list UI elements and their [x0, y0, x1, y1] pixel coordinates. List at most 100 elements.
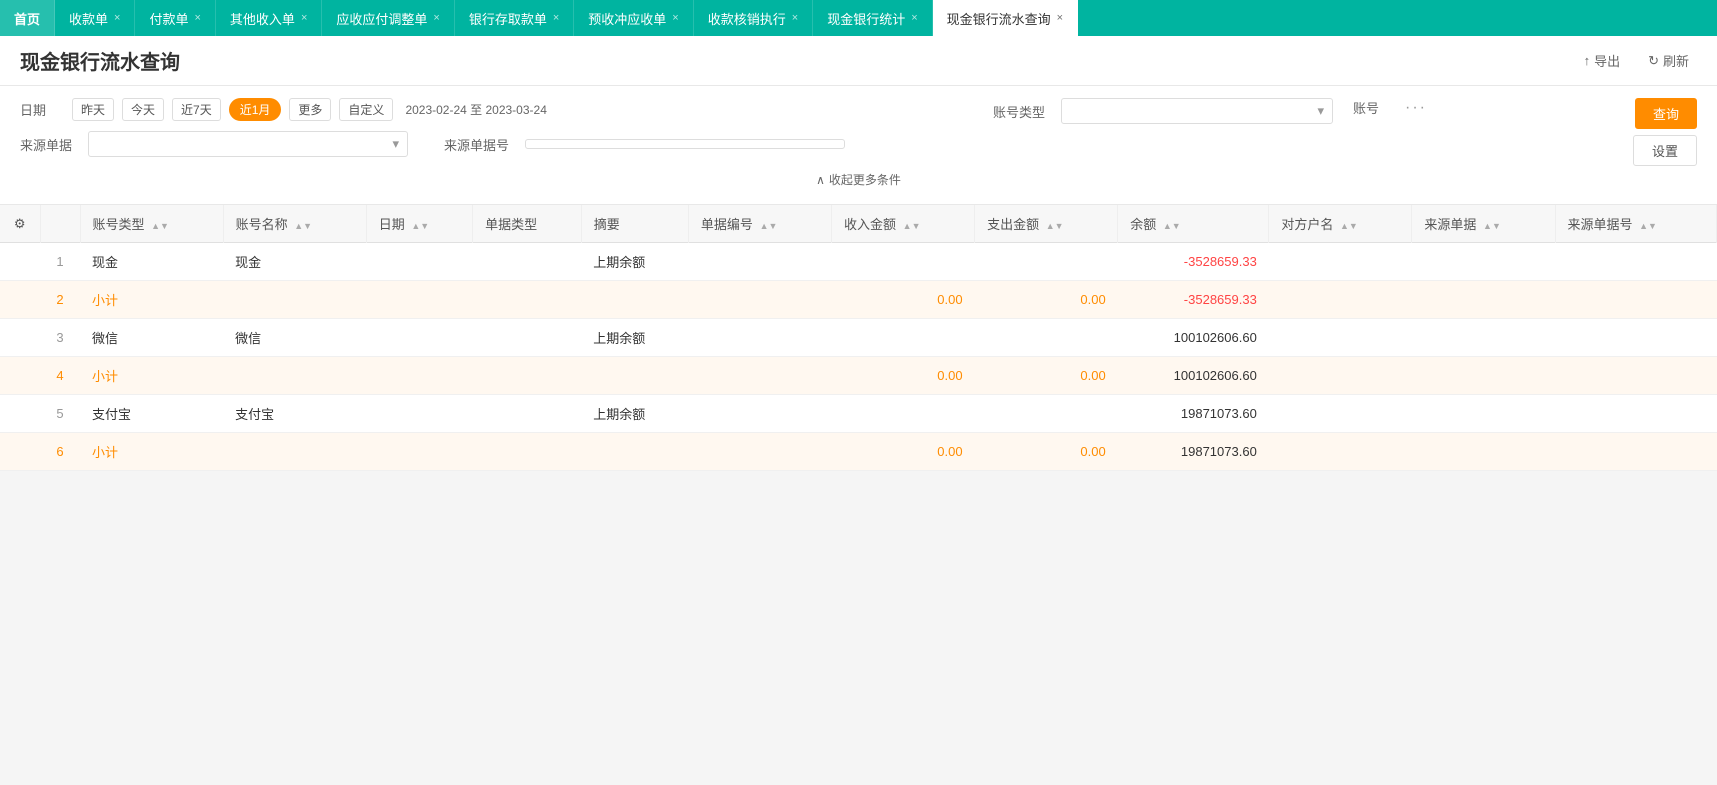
refresh-label: 刷新 — [1663, 51, 1689, 70]
nav-label: 付款单 — [149, 9, 188, 28]
source-doc-num-input[interactable] — [525, 139, 845, 149]
date-label: 日期 — [20, 100, 56, 119]
th-doc-no[interactable]: 单据编号 ▲▼ — [688, 205, 831, 243]
date-btn-yesterday[interactable]: 昨天 — [72, 98, 114, 121]
close-icon[interactable]: × — [553, 12, 559, 24]
nav-payment[interactable]: 付款单 × — [135, 0, 215, 36]
sort-icon: ▲▼ — [1340, 221, 1358, 231]
nav-ar-ap-adjust[interactable]: 应收应付调整单 × — [322, 0, 454, 36]
page-title: 现金银行流水查询 — [20, 46, 180, 75]
nav-bank-deposit[interactable]: 银行存取款单 × — [455, 0, 574, 36]
cell-expense: 0.00 — [975, 433, 1118, 471]
sort-icon: ▲▼ — [760, 221, 778, 231]
cell-date — [366, 319, 472, 357]
cell-num: 6 — [40, 433, 80, 471]
account-type-label: 账号类型 — [993, 102, 1045, 121]
sort-icon: ▲▼ — [1046, 221, 1064, 231]
cell-income — [832, 319, 975, 357]
query-button[interactable]: 查询 — [1635, 98, 1697, 129]
th-num — [40, 205, 80, 243]
cell-doc-type — [473, 281, 582, 319]
cell-doc-type — [473, 357, 582, 395]
cell-source-doc-no — [1555, 281, 1717, 319]
cell-source-doc — [1412, 433, 1555, 471]
th-label: 余额 — [1130, 217, 1156, 232]
th-account-name[interactable]: 账号名称 ▲▼ — [223, 205, 366, 243]
date-btn-more[interactable]: 更多 — [289, 98, 331, 121]
close-icon[interactable]: × — [301, 12, 307, 24]
cell-counterparty — [1269, 433, 1412, 471]
date-btn-custom[interactable]: 自定义 — [339, 98, 393, 121]
th-income[interactable]: 收入金额 ▲▼ — [832, 205, 975, 243]
sort-icon: ▲▼ — [411, 221, 429, 231]
export-button[interactable]: ↑ 导出 — [1576, 47, 1629, 74]
cell-summary — [581, 433, 688, 471]
settings-button[interactable]: 设置 — [1633, 135, 1697, 166]
cell-doc-type — [473, 319, 582, 357]
th-summary: 摘要 — [581, 205, 688, 243]
date-btn-7days[interactable]: 近7天 — [172, 98, 221, 121]
cell-settings — [0, 433, 40, 471]
cell-expense — [975, 319, 1118, 357]
nav-receipt[interactable]: 收款单 × — [55, 0, 135, 36]
table-body: 1 现金 现金 上期余额 -3528659.33 2 小计 0.00 0.00 … — [0, 243, 1717, 471]
source-doc-num-label: 来源单据号 — [444, 135, 509, 154]
nav-cash-stat[interactable]: 现金银行统计 × — [813, 0, 932, 36]
close-icon[interactable]: × — [792, 12, 798, 24]
date-btn-1month[interactable]: 近1月 — [229, 98, 282, 121]
cell-balance: 100102606.60 — [1118, 357, 1269, 395]
sort-icon: ▲▼ — [294, 221, 312, 231]
th-label: 账号名称 — [236, 217, 288, 232]
th-counterparty[interactable]: 对方户名 ▲▼ — [1269, 205, 1412, 243]
th-expense[interactable]: 支出金额 ▲▼ — [975, 205, 1118, 243]
th-label: 日期 — [379, 217, 405, 232]
cell-source-doc-no — [1555, 357, 1717, 395]
th-balance[interactable]: 余额 ▲▼ — [1118, 205, 1269, 243]
nav-prepay[interactable]: 预收冲应收单 × — [574, 0, 693, 36]
cell-summary — [581, 281, 688, 319]
sort-icon: ▲▼ — [1163, 221, 1181, 231]
th-source-doc-no[interactable]: 来源单据号 ▲▼ — [1555, 205, 1717, 243]
table-row: 5 支付宝 支付宝 上期余额 19871073.60 — [0, 395, 1717, 433]
refresh-button[interactable]: ↻ 刷新 — [1640, 47, 1697, 74]
cell-expense — [975, 395, 1118, 433]
cell-date — [366, 395, 472, 433]
collapse-bar[interactable]: ∧ 收起更多条件 — [20, 167, 1697, 192]
close-icon[interactable]: × — [194, 12, 200, 24]
source-doc-select[interactable]: ▾ — [88, 131, 408, 157]
th-source-doc[interactable]: 来源单据 ▲▼ — [1412, 205, 1555, 243]
filter-row-account-type: 账号类型 ▾ — [993, 98, 1333, 124]
th-doc-type: 单据类型 — [473, 205, 582, 243]
th-label: 支出金额 — [987, 217, 1039, 232]
nav-home[interactable]: 首页 — [0, 0, 55, 36]
th-settings[interactable]: ⚙ — [0, 205, 40, 243]
header-actions: ↑ 导出 ↻ 刷新 — [1576, 47, 1697, 74]
close-icon[interactable]: × — [433, 12, 439, 24]
th-account-type[interactable]: 账号类型 ▲▼ — [80, 205, 223, 243]
date-btn-today[interactable]: 今天 — [122, 98, 164, 121]
cell-doc-no — [688, 281, 831, 319]
data-table-container: ⚙ 账号类型 ▲▼ 账号名称 ▲▼ 日期 ▲▼ 单据类型 摘 — [0, 205, 1717, 471]
nav-receipt-verify[interactable]: 收款核销执行 × — [694, 0, 813, 36]
nav-cash-flow[interactable]: 现金银行流水查询 × — [933, 0, 1078, 36]
account-dots[interactable]: ··· — [1405, 99, 1427, 117]
cell-counterparty — [1269, 319, 1412, 357]
cell-doc-type — [473, 395, 582, 433]
cell-date — [366, 357, 472, 395]
chevron-down-icon: ▾ — [392, 136, 399, 152]
nav-other-income[interactable]: 其他收入单 × — [216, 0, 322, 36]
close-icon[interactable]: × — [114, 12, 120, 24]
close-icon[interactable]: × — [672, 12, 678, 24]
cell-date — [366, 433, 472, 471]
cell-settings — [0, 281, 40, 319]
close-icon[interactable]: × — [911, 12, 917, 24]
cell-summary: 上期余额 — [581, 319, 688, 357]
cell-settings — [0, 395, 40, 433]
th-label: 对方户名 — [1281, 217, 1333, 232]
table-row: 6 小计 0.00 0.00 19871073.60 — [0, 433, 1717, 471]
account-type-select[interactable]: ▾ — [1061, 98, 1333, 124]
th-date[interactable]: 日期 ▲▼ — [366, 205, 472, 243]
sort-icon: ▲▼ — [151, 221, 169, 231]
table-row: 1 现金 现金 上期余额 -3528659.33 — [0, 243, 1717, 281]
close-icon[interactable]: × — [1057, 12, 1063, 24]
